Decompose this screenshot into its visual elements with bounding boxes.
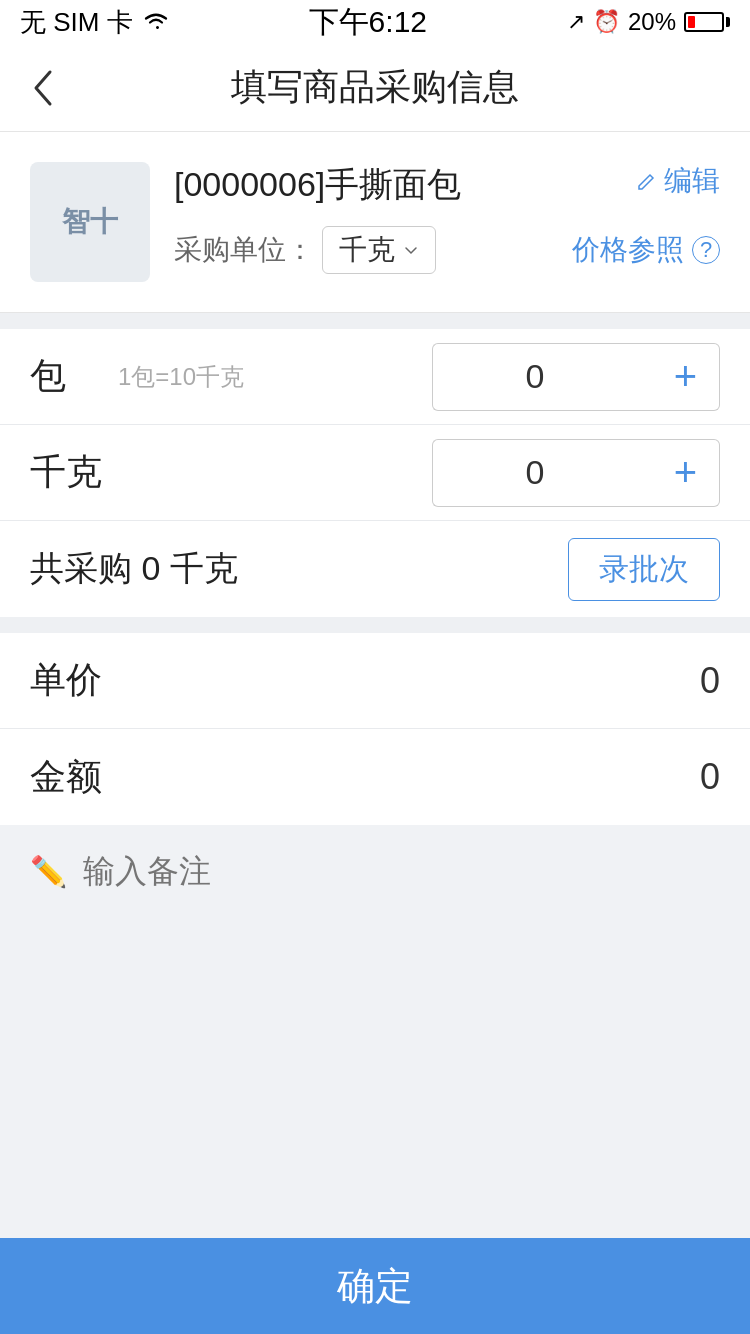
carrier-text: 无 SIM 卡 (20, 5, 133, 40)
price-ref-label: 价格参照 (572, 231, 684, 269)
unit-value: 千克 (339, 231, 395, 269)
status-carrier: 无 SIM 卡 (20, 5, 169, 40)
divider-band-2 (0, 617, 750, 633)
bag-input-row: 包 1包=10千克 + (0, 329, 750, 425)
price-ref-button[interactable]: 价格参照 ? (572, 231, 720, 269)
input-section: 包 1包=10千克 + 千克 + (0, 329, 750, 521)
total-row: 共采购 0 千克 录批次 (0, 521, 750, 617)
divider-band-1 (0, 313, 750, 329)
bag-sublabel: 1包=10千克 (118, 361, 432, 393)
kg-plus-button[interactable]: + (652, 439, 720, 507)
alarm-icon: ⏰ (593, 9, 620, 35)
status-indicators: ↗ ⏰ 20% (567, 8, 730, 36)
amount-value: 0 (700, 756, 720, 798)
battery-text: 20% (628, 8, 676, 36)
page-title: 填写商品采购信息 (231, 63, 519, 112)
back-button[interactable] (30, 68, 54, 108)
total-label: 共采购 0 千克 (30, 546, 238, 592)
bag-label: 包 (30, 352, 110, 401)
wifi-icon (143, 7, 169, 38)
bag-input[interactable] (432, 343, 652, 411)
amount-label: 金额 (30, 753, 102, 802)
unit-price-row: 单价 0 (0, 633, 750, 729)
help-icon: ? (692, 236, 720, 264)
amount-row: 金额 0 (0, 729, 750, 825)
location-icon: ↗ (567, 9, 585, 35)
remark-section: ✏️ (0, 825, 750, 918)
status-bar: 无 SIM 卡 下午6:12 ↗ ⏰ 20% (0, 0, 750, 44)
edit-label: 编辑 (664, 162, 720, 200)
product-name: [0000006]手撕面包 (174, 162, 461, 208)
product-info: [0000006]手撕面包 编辑 采购单位： 千克 价格参照 (174, 162, 720, 274)
product-card: 智十 [0000006]手撕面包 编辑 采购单位： 千克 (0, 132, 750, 313)
bag-input-wrap: + (432, 343, 720, 411)
unit-price-value: 0 (700, 660, 720, 702)
confirm-button[interactable]: 确定 (0, 1238, 750, 1334)
kg-label: 千克 (30, 448, 110, 497)
status-time: 下午6:12 (309, 2, 427, 43)
nav-bar: 填写商品采购信息 (0, 44, 750, 132)
battery-icon (684, 12, 730, 32)
remark-input[interactable] (83, 853, 720, 890)
unit-price-label: 单价 (30, 656, 102, 705)
record-batch-button[interactable]: 录批次 (568, 538, 720, 601)
info-section: 单价 0 金额 0 (0, 633, 750, 825)
kg-input-wrap: + (432, 439, 720, 507)
edit-button[interactable]: 编辑 (636, 162, 720, 200)
unit-select[interactable]: 千克 (322, 226, 436, 274)
kg-input-row: 千克 + (0, 425, 750, 521)
product-image: 智十 (30, 162, 150, 282)
bottom-space (0, 918, 750, 1118)
pencil-icon: ✏️ (30, 854, 67, 889)
bag-plus-button[interactable]: + (652, 343, 720, 411)
product-logo: 智十 (62, 203, 118, 241)
kg-input[interactable] (432, 439, 652, 507)
confirm-button-label: 确定 (337, 1261, 413, 1312)
unit-label: 采购单位： (174, 231, 314, 269)
